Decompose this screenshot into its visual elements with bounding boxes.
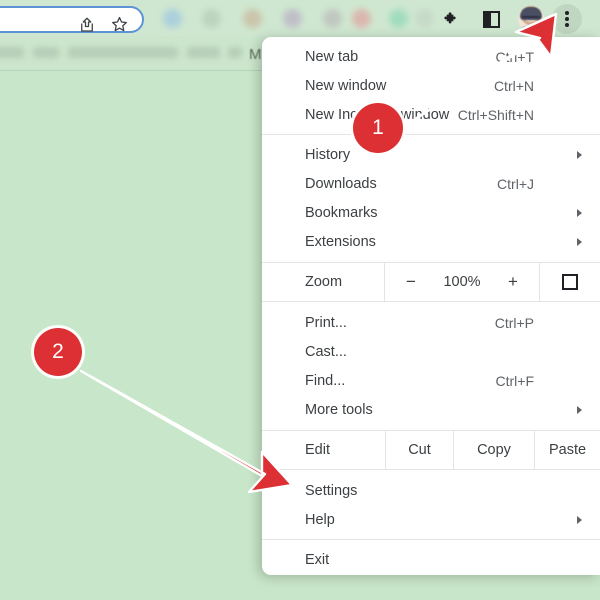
menu-item-label: Exit bbox=[305, 551, 330, 568]
menu-item-label: Help bbox=[305, 511, 335, 528]
three-dot-menu-icon[interactable] bbox=[552, 4, 582, 34]
zoom-level: 100% bbox=[443, 274, 481, 290]
menu-group-new: New tab Ctrl+T New window Ctrl+N New Inc… bbox=[262, 37, 600, 129]
paste-button[interactable]: Paste bbox=[535, 431, 600, 469]
menu-item-extensions[interactable]: Extensions bbox=[262, 227, 600, 256]
menu-item-label: More tools bbox=[305, 401, 373, 418]
avatar[interactable] bbox=[518, 6, 544, 32]
browser-toolbar bbox=[0, 0, 600, 36]
bookmark-label: M bbox=[249, 46, 262, 63]
menu-item-settings[interactable]: Settings bbox=[262, 476, 600, 505]
menu-item-label: Settings bbox=[305, 482, 358, 499]
zoom-in-button[interactable]: + bbox=[506, 272, 520, 292]
bookmark-item[interactable] bbox=[68, 47, 178, 58]
fullscreen-button[interactable] bbox=[540, 263, 600, 301]
menu-item-exit[interactable]: Exit bbox=[262, 545, 600, 574]
menu-item-label: History bbox=[305, 146, 351, 163]
menu-item-cast[interactable]: Cast... bbox=[262, 337, 600, 366]
menu-item-history[interactable]: History bbox=[262, 140, 600, 169]
fullscreen-icon bbox=[562, 274, 578, 290]
menu-group-exit: Exit bbox=[262, 545, 600, 574]
menu-separator bbox=[262, 134, 600, 135]
menu-item-label: Downloads bbox=[305, 175, 377, 192]
menu-row-zoom: Zoom − 100% + bbox=[262, 263, 600, 301]
chrome-main-menu[interactable]: New tab Ctrl+T New window Ctrl+N New Inc… bbox=[262, 37, 600, 575]
copy-button[interactable]: Copy bbox=[454, 431, 534, 469]
toolbar-blurred-icon[interactable] bbox=[389, 9, 408, 28]
chevron-right-icon bbox=[577, 515, 582, 524]
bookmark-item[interactable] bbox=[187, 47, 220, 58]
menu-item-shortcut: Ctrl+F bbox=[495, 372, 535, 389]
menu-item-label: Find... bbox=[305, 372, 346, 389]
menu-item-shortcut: Ctrl+N bbox=[493, 77, 534, 94]
menu-group-settings: Settings Help bbox=[262, 476, 600, 534]
menu-group-browse: History Downloads Ctrl+J Bookmarks Exten… bbox=[262, 140, 600, 256]
chevron-right-icon bbox=[577, 150, 582, 159]
menu-item-print[interactable]: Print... Ctrl+P bbox=[262, 308, 600, 337]
menu-item-bookmarks[interactable]: Bookmarks bbox=[262, 198, 600, 227]
browser-page: M New tab Ctrl+T New window Ctrl+N New I… bbox=[0, 0, 600, 600]
menu-item-label: New window bbox=[305, 77, 387, 94]
chevron-right-icon bbox=[577, 237, 582, 246]
menu-item-label: Extensions bbox=[305, 233, 376, 250]
share-icon[interactable] bbox=[78, 16, 96, 34]
menu-separator bbox=[262, 301, 600, 302]
menu-item-label: Print... bbox=[305, 314, 347, 331]
menu-item-shortcut: Ctrl+J bbox=[497, 175, 534, 192]
toolbar-blurred-icon[interactable] bbox=[352, 9, 371, 28]
menu-group-tools: Print... Ctrl+P Cast... Find... Ctrl+F M… bbox=[262, 308, 600, 424]
annotation-badge-1: 1 bbox=[353, 103, 403, 153]
menu-item-shortcut: Ctrl+T bbox=[495, 48, 535, 65]
toolbar-blurred-icon[interactable] bbox=[163, 9, 182, 28]
menu-item-new-incognito-window[interactable]: New Incognito window Ctrl+Shift+N bbox=[262, 100, 600, 129]
menu-separator bbox=[262, 469, 600, 470]
bookmark-item[interactable] bbox=[228, 47, 242, 58]
side-panel-icon[interactable] bbox=[483, 11, 500, 28]
bookmark-item[interactable] bbox=[33, 47, 59, 58]
menu-item-label: Cast... bbox=[305, 343, 347, 360]
zoom-label: Zoom bbox=[305, 274, 343, 290]
zoom-out-button[interactable]: − bbox=[404, 272, 418, 292]
menu-item-shortcut: Ctrl+P bbox=[494, 314, 534, 331]
toolbar-blurred-icon[interactable] bbox=[415, 9, 434, 28]
toolbar-blurred-icon[interactable] bbox=[243, 9, 262, 28]
chevron-right-icon bbox=[577, 208, 582, 217]
menu-item-new-tab[interactable]: New tab Ctrl+T bbox=[262, 42, 600, 71]
toolbar-blurred-icon[interactable] bbox=[283, 9, 302, 28]
extensions-puzzle-icon[interactable] bbox=[443, 11, 460, 28]
zoom-controls: − 100% + bbox=[385, 263, 539, 301]
bookmark-item[interactable] bbox=[0, 47, 24, 58]
address-bar[interactable] bbox=[0, 6, 144, 33]
bookmark-star-icon[interactable] bbox=[110, 15, 128, 33]
cut-button[interactable]: Cut bbox=[386, 431, 453, 469]
menu-item-shortcut: Ctrl+Shift+N bbox=[457, 106, 534, 123]
edit-label: Edit bbox=[305, 442, 330, 458]
annotation-arrow-2 bbox=[79, 369, 294, 494]
chevron-right-icon bbox=[577, 405, 582, 414]
menu-item-label: Bookmarks bbox=[305, 204, 378, 221]
toolbar-blurred-icon[interactable] bbox=[202, 9, 221, 28]
annotation-badge-2: 2 bbox=[34, 328, 82, 376]
menu-row-edit: Edit Cut Copy Paste bbox=[262, 431, 600, 469]
menu-item-more-tools[interactable]: More tools bbox=[262, 395, 600, 424]
menu-item-find[interactable]: Find... Ctrl+F bbox=[262, 366, 600, 395]
menu-item-help[interactable]: Help bbox=[262, 505, 600, 534]
menu-item-new-window[interactable]: New window Ctrl+N bbox=[262, 71, 600, 100]
menu-separator bbox=[262, 539, 600, 540]
toolbar-blurred-icon[interactable] bbox=[323, 9, 342, 28]
menu-item-downloads[interactable]: Downloads Ctrl+J bbox=[262, 169, 600, 198]
menu-item-label: New tab bbox=[305, 48, 359, 65]
